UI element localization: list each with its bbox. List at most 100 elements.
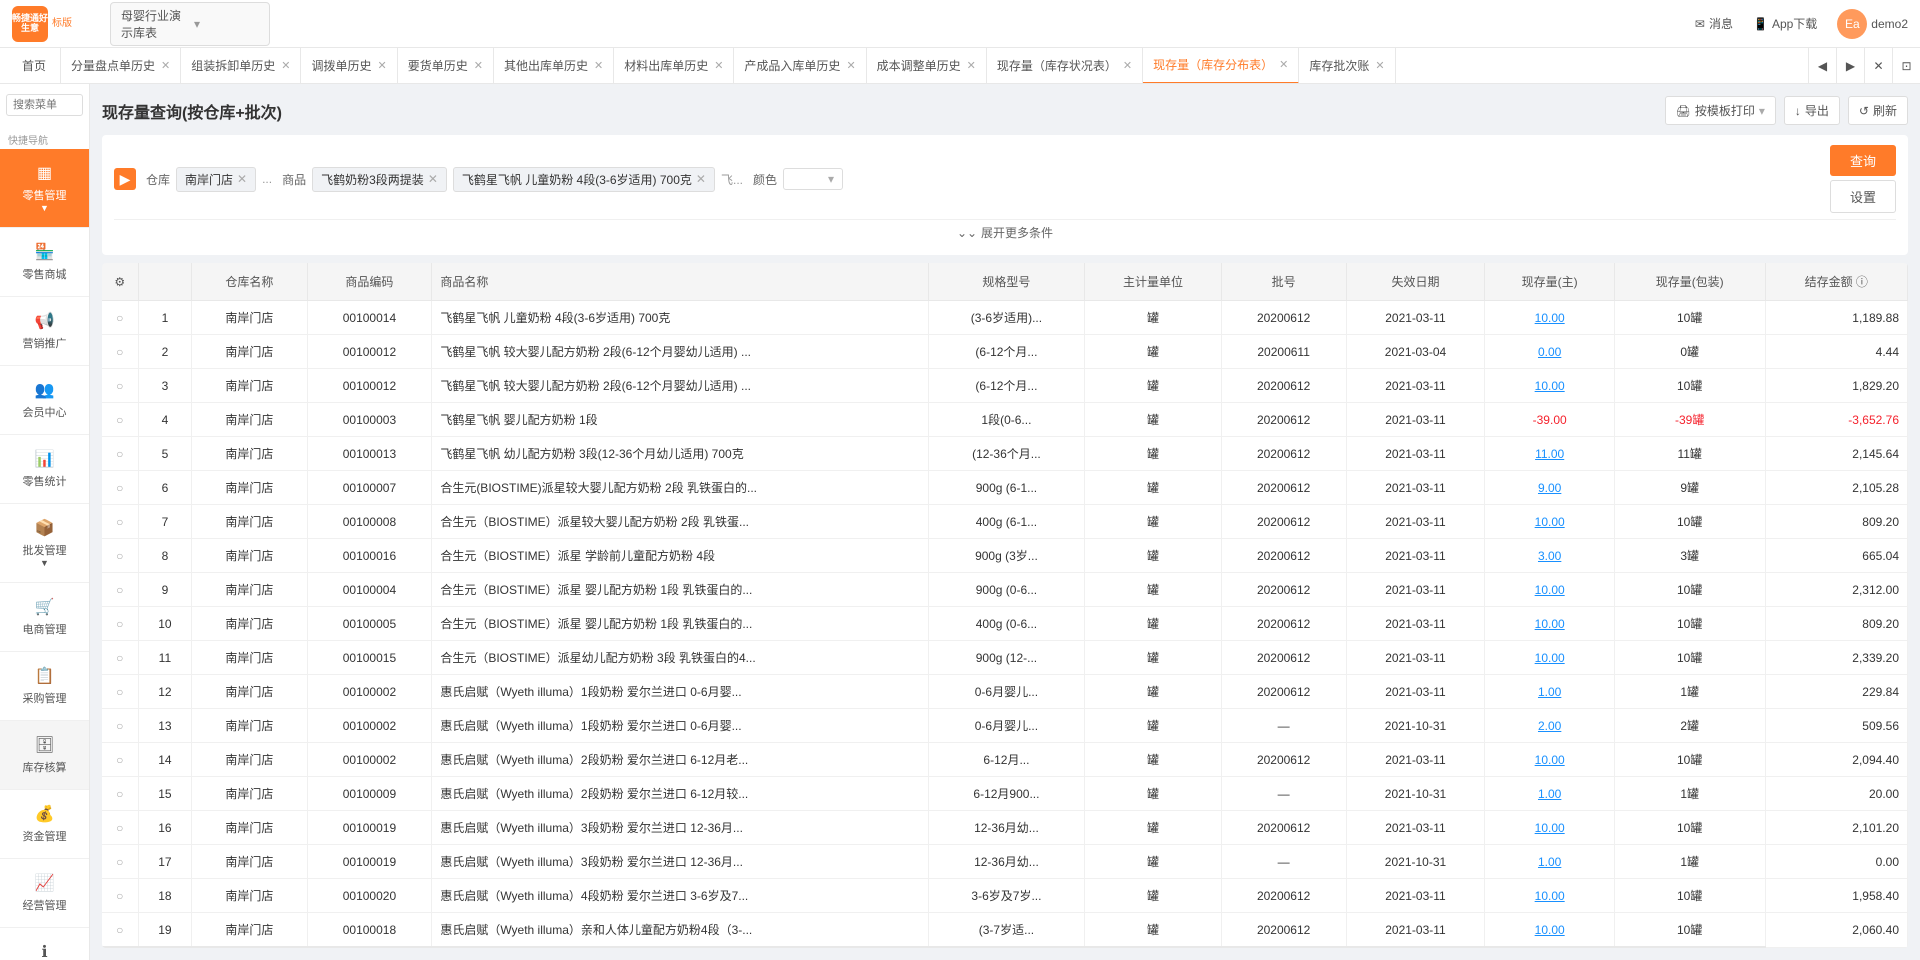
td-qty-main[interactable]: 10.00	[1485, 913, 1614, 948]
print-btn[interactable]: 🖨 按模板打印 ▾	[1665, 96, 1776, 125]
sidebar-item-stats[interactable]: 📊 零售统计	[0, 435, 89, 504]
tab-4-close-icon[interactable]: ✕	[474, 59, 483, 72]
product-tag-0[interactable]: 飞鹤奶粉3段两提装 ✕	[312, 167, 447, 192]
tab-6[interactable]: 材料出库单历史 ✕	[614, 48, 734, 84]
td-qty-main[interactable]: 10.00	[1485, 573, 1614, 607]
warehouse-tag-0[interactable]: 南岸门店 ✕	[176, 167, 256, 192]
td-batch: 20200612	[1221, 471, 1346, 505]
logo-area: 畅捷通好生意 标版	[12, 6, 102, 42]
tab-5[interactable]: 其他出库单历史 ✕	[494, 48, 614, 84]
tab-9-close-icon[interactable]: ✕	[1123, 59, 1132, 72]
tab-8[interactable]: 成本调整单历史 ✕	[867, 48, 987, 84]
warehouse-more[interactable]: ...	[262, 172, 272, 186]
td-qty-main[interactable]: 1.00	[1485, 777, 1614, 811]
tab-10[interactable]: 现存量（库存分布表） ✕	[1143, 48, 1299, 84]
td-qty-main[interactable]: 0.00	[1485, 335, 1614, 369]
tab-close-btn[interactable]: ✕	[1864, 48, 1892, 84]
td-qty-main[interactable]: 2.00	[1485, 709, 1614, 743]
th-setting[interactable]: ⚙	[102, 263, 138, 301]
app-download-btn[interactable]: 📱 App下载	[1753, 15, 1817, 32]
td-setting: ○	[102, 369, 138, 403]
td-qty-main[interactable]: 10.00	[1485, 607, 1614, 641]
sidebar-item-base[interactable]: ℹ 基础信息	[0, 928, 89, 960]
tab-7[interactable]: 产成品入库单历史 ✕	[734, 48, 866, 84]
td-qty-main[interactable]: 10.00	[1485, 369, 1614, 403]
td-name: 惠氏启赋（Wyeth illuma）亲和人体儿童配方奶粉4段（3-...	[432, 913, 928, 948]
td-qty-main[interactable]: 10.00	[1485, 811, 1614, 845]
tab-1-close-icon[interactable]: ✕	[161, 59, 170, 72]
td-qty-pkg: 10罐	[1614, 301, 1765, 335]
td-qty-main[interactable]: 1.00	[1485, 845, 1614, 879]
sidebar-item-ecom[interactable]: 🛒 电商管理	[0, 583, 89, 652]
td-spec: (3-6岁适用)...	[928, 301, 1085, 335]
message-btn[interactable]: ✉ 消息	[1695, 15, 1733, 32]
tab-next-btn[interactable]: ▶	[1836, 48, 1864, 84]
product-tag-1-close-icon[interactable]: ✕	[696, 172, 706, 186]
settings-btn[interactable]: 设置	[1830, 180, 1896, 213]
user-avatar[interactable]: Ea demo2	[1837, 9, 1908, 39]
export-btn[interactable]: ↓ 导出	[1784, 96, 1840, 125]
refresh-btn[interactable]: ↺ 刷新	[1848, 96, 1908, 125]
product-tag-1[interactable]: 飞鹤星飞帆 儿童奶粉 4段(3-6岁适用) 700克 ✕	[453, 167, 715, 192]
workspace-selector[interactable]: 母婴行业演示库表 ▾	[110, 2, 270, 46]
filter-btns: 查询 设置	[1830, 145, 1896, 213]
sidebar-item-marketing[interactable]: 📢 营销推广	[0, 297, 89, 366]
shop-icon: 🏪	[35, 242, 55, 262]
tab-prev-btn[interactable]: ◀	[1808, 48, 1836, 84]
tab-home[interactable]: 首页	[8, 48, 61, 84]
td-warehouse: 南岸门店	[192, 505, 307, 539]
tab-arrows: ◀ ▶ ✕ ⊡	[1808, 48, 1920, 84]
tab-4[interactable]: 要货单历史 ✕	[398, 48, 494, 84]
filter-expand-arrow[interactable]: ▶	[114, 168, 136, 190]
td-code: 00100018	[307, 913, 432, 948]
sidebar-search-input[interactable]	[6, 94, 83, 116]
tab-9[interactable]: 现存量（库存状况表） ✕	[987, 48, 1143, 84]
sidebar-item-member[interactable]: 👥 会员中心	[0, 366, 89, 435]
tab-8-close-icon[interactable]: ✕	[967, 59, 976, 72]
sidebar-item-ops[interactable]: 📈 经营管理	[0, 859, 89, 928]
td-name: 惠氏启赋（Wyeth illuma）4段奶粉 爱尔兰进口 3-6岁及7...	[432, 879, 928, 913]
sidebar-item-wholesale[interactable]: 📦 批发管理 ▼	[0, 504, 89, 583]
td-qty-main[interactable]: 10.00	[1485, 879, 1614, 913]
td-qty-main[interactable]: 9.00	[1485, 471, 1614, 505]
td-batch: 20200612	[1221, 437, 1346, 471]
tab-3-close-icon[interactable]: ✕	[378, 59, 387, 72]
td-qty-main[interactable]: 10.00	[1485, 505, 1614, 539]
tab-7-close-icon[interactable]: ✕	[846, 59, 855, 72]
td-batch: 20200612	[1221, 403, 1346, 437]
ops-icon: 📈	[35, 873, 55, 893]
tab-11-close-icon[interactable]: ✕	[1375, 59, 1384, 72]
td-qty-main[interactable]: 3.00	[1485, 539, 1614, 573]
product-tag-0-close-icon[interactable]: ✕	[428, 172, 438, 186]
warehouse-tag-close-icon[interactable]: ✕	[237, 172, 247, 186]
tab-10-close-icon[interactable]: ✕	[1279, 58, 1288, 71]
td-batch: 20200612	[1221, 369, 1346, 403]
sidebar-item-retail[interactable]: ▦ 零售管理 ▼	[0, 149, 89, 228]
tab-3[interactable]: 调拨单历史 ✕	[301, 48, 397, 84]
inventory-icon: 🗄	[34, 735, 54, 755]
query-btn[interactable]: 查询	[1830, 145, 1896, 176]
td-qty-main[interactable]: 11.00	[1485, 437, 1614, 471]
color-select[interactable]: ▾	[783, 168, 843, 190]
tab-5-close-icon[interactable]: ✕	[594, 59, 603, 72]
tab-11[interactable]: 库存批次账 ✕	[1299, 48, 1395, 84]
expand-more-btn[interactable]: ⌄⌄ 展开更多条件	[114, 219, 1896, 245]
sidebar-item-inventory[interactable]: 🗄 库存核算	[0, 721, 89, 790]
td-qty-main[interactable]: 10.00	[1485, 743, 1614, 777]
td-qty-main[interactable]: 1.00	[1485, 675, 1614, 709]
td-qty-main[interactable]: 10.00	[1485, 301, 1614, 335]
sidebar-item-finance[interactable]: 💰 资金管理	[0, 790, 89, 859]
sidebar-item-purchase[interactable]: 📋 采购管理	[0, 652, 89, 721]
sidebar-item-shop[interactable]: 🏪 零售商城	[0, 228, 89, 297]
expand-more-icon: ⌄⌄	[957, 226, 977, 240]
tab-1[interactable]: 分量盘点单历史 ✕	[61, 48, 181, 84]
tab-menu-btn[interactable]: ⊡	[1892, 48, 1920, 84]
td-qty-pkg: 10罐	[1614, 573, 1765, 607]
tab-6-close-icon[interactable]: ✕	[714, 59, 723, 72]
product-more[interactable]: 飞...	[721, 171, 743, 188]
tab-2[interactable]: 组装拆卸单历史 ✕	[181, 48, 301, 84]
th-unit: 主计量单位	[1085, 263, 1222, 301]
td-qty-pkg: 10罐	[1614, 913, 1765, 948]
tab-2-close-icon[interactable]: ✕	[281, 59, 290, 72]
td-qty-main[interactable]: 10.00	[1485, 641, 1614, 675]
